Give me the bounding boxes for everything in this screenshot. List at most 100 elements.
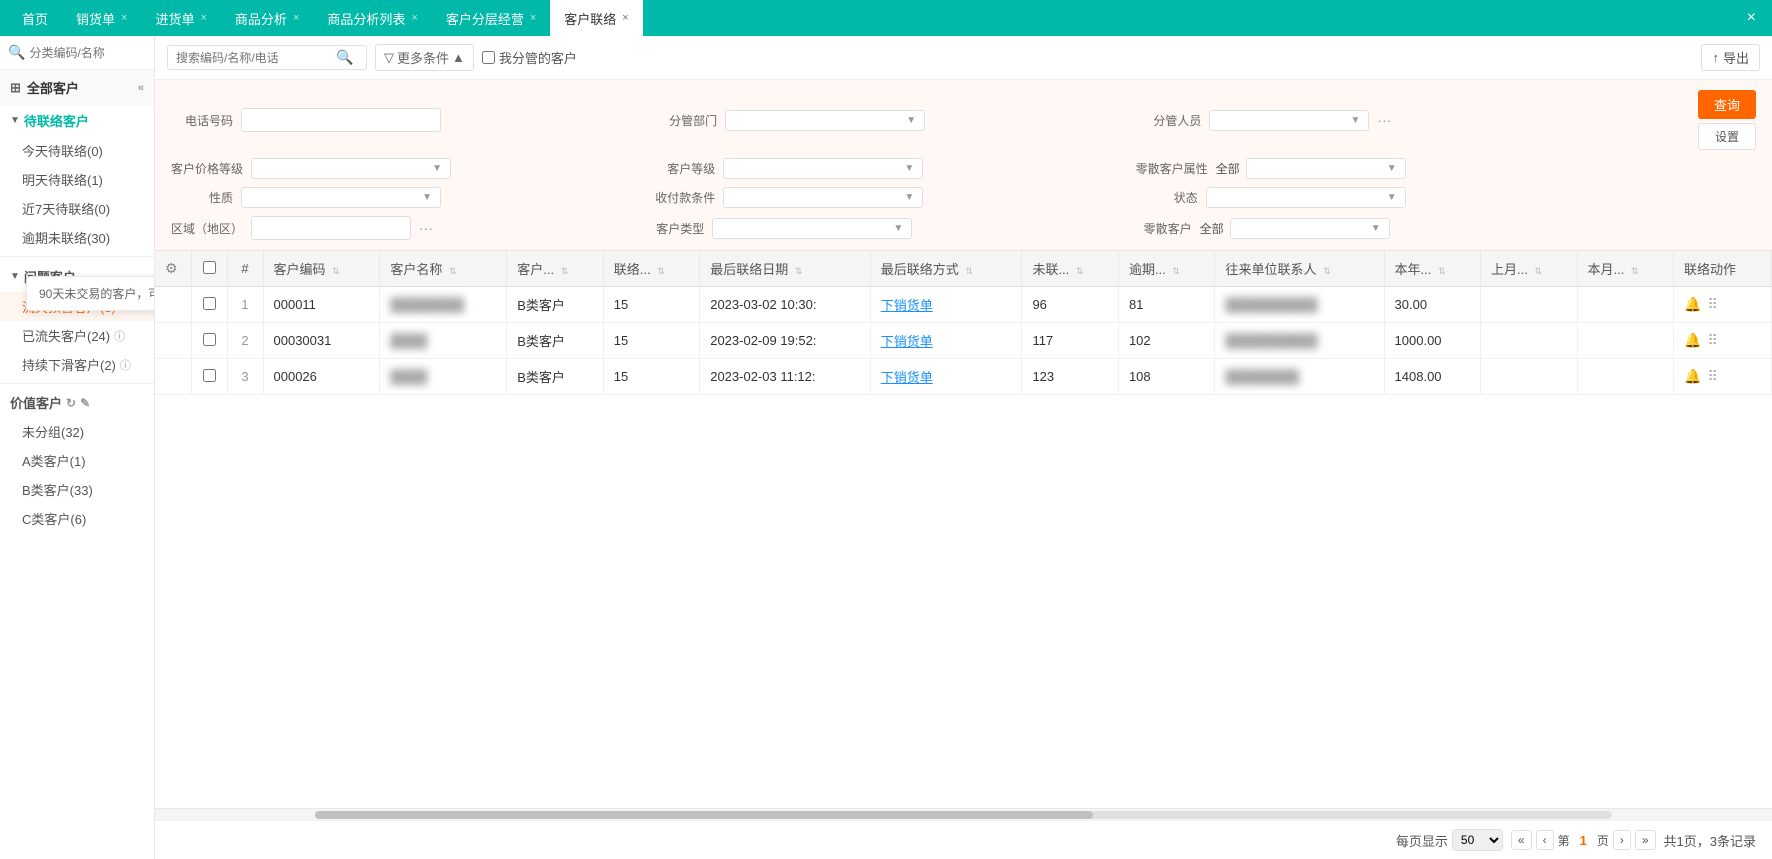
nav-tab-purchase[interactable]: 进货单 ×	[141, 0, 220, 36]
nav-tab-customer-segment[interactable]: 客户分层经营 ×	[432, 0, 550, 36]
col-overdue[interactable]: 逾期... ⇅	[1118, 251, 1215, 287]
row-checkbox-3[interactable]	[203, 369, 216, 382]
sidebar-item-today-pending[interactable]: 今天待联络(0)	[0, 136, 154, 165]
scrollbar-thumb[interactable]	[315, 811, 1093, 819]
row-checkbox-2[interactable]	[203, 333, 216, 346]
cell-checkbox-2[interactable]	[191, 323, 227, 359]
retail-attr-select[interactable]: ▼	[1246, 158, 1406, 179]
query-button[interactable]: 查询	[1698, 90, 1756, 119]
close-tab-sales-icon[interactable]: ×	[121, 12, 127, 24]
action-more-icon-1[interactable]: ⠿	[1707, 296, 1717, 313]
horizontal-scrollbar[interactable]	[155, 808, 1772, 820]
close-tab-purchase-icon[interactable]: ×	[200, 12, 206, 24]
close-tab-analysis-list-icon[interactable]: ×	[411, 12, 417, 24]
action-more-icon-3[interactable]: ⠿	[1707, 368, 1717, 385]
edit-icon[interactable]: ✎	[80, 396, 90, 410]
last-way-link-3[interactable]: 下销货单	[881, 370, 933, 385]
status-select[interactable]: ▼	[1206, 187, 1406, 208]
page-size-select[interactable]: 50 100 200	[1452, 829, 1503, 851]
customer-level-select[interactable]: ▼	[723, 158, 923, 179]
col-this-month[interactable]: 本月... ⇅	[1577, 251, 1674, 287]
dept-select[interactable]: ▼	[725, 110, 925, 131]
sidebar-item-unclassified[interactable]: 未分组(32)	[0, 417, 154, 446]
payment-select[interactable]: ▼	[723, 187, 923, 208]
nav-tab-sales[interactable]: 销货单 ×	[62, 0, 141, 36]
more-conditions-button[interactable]: ▽ 更多条件 ▲	[375, 44, 474, 71]
sidebar-all-customers[interactable]: ⊞ 全部客户 «	[0, 70, 154, 105]
close-tab-customer-contact-icon[interactable]: ×	[622, 12, 628, 24]
col-name[interactable]: 客户名称 ⇅	[380, 251, 507, 287]
close-tab-analysis-icon[interactable]: ×	[293, 12, 299, 24]
manager-dots-button[interactable]: ···	[1377, 112, 1391, 128]
action-more-icon-2[interactable]: ⠿	[1707, 332, 1717, 349]
prev-page-button[interactable]: ‹	[1536, 830, 1554, 850]
retail-customer-select[interactable]: ▼	[1230, 218, 1390, 239]
cell-this-month-1	[1577, 287, 1674, 323]
customer-type-select[interactable]: ▼	[712, 218, 912, 239]
table-settings-icon[interactable]: ⚙	[165, 260, 178, 276]
filter-search-input[interactable]	[176, 51, 336, 65]
last-way-link-2[interactable]: 下销货单	[881, 334, 933, 349]
settings-button[interactable]: 设置	[1698, 123, 1756, 150]
select-all-checkbox[interactable]	[203, 261, 216, 274]
col-this-year[interactable]: 本年... ⇅	[1384, 251, 1481, 287]
sidebar-item-declining[interactable]: 持续下滑客户(2) ⓘ	[0, 350, 154, 379]
col-code[interactable]: 客户编码 ⇅	[263, 251, 380, 287]
col-checkbox[interactable]	[191, 251, 227, 287]
cell-last-way-3[interactable]: 下销货单	[870, 359, 1022, 395]
sidebar-item-overdue-pending[interactable]: 逾期未联络(30)	[0, 223, 154, 252]
scrollbar-track[interactable]	[315, 811, 1612, 819]
nav-home[interactable]: 首页	[8, 0, 62, 36]
last-way-link-1[interactable]: 下销货单	[881, 298, 933, 313]
col-settings[interactable]: ⚙	[155, 251, 191, 287]
region-input[interactable]	[251, 216, 411, 240]
phone-input[interactable]	[241, 108, 441, 132]
price-level-select[interactable]: ▼	[251, 158, 451, 179]
cell-last-way-2[interactable]: 下销货单	[870, 323, 1022, 359]
next-page-button[interactable]: ›	[1613, 830, 1631, 850]
sidebar-search-input[interactable]	[29, 46, 155, 60]
close-all-tabs-button[interactable]: ×	[1739, 9, 1764, 27]
manager-select[interactable]: ▼	[1209, 110, 1369, 131]
sort-name-icon: ⇅	[449, 266, 457, 276]
col-not-contacted[interactable]: 未联... ⇅	[1022, 251, 1119, 287]
refresh-icon[interactable]: ↻	[66, 396, 76, 410]
col-last-month[interactable]: 上月... ⇅	[1481, 251, 1578, 287]
last-page-button[interactable]: »	[1635, 830, 1656, 850]
my-customers-checkbox-container[interactable]: 我分管的客户	[482, 48, 577, 67]
col-last-contact-way[interactable]: 最后联络方式 ⇅	[870, 251, 1022, 287]
my-customers-checkbox[interactable]	[482, 51, 495, 64]
col-last-contact-date[interactable]: 最后联络日期 ⇅	[700, 251, 871, 287]
cell-last-date-1: 2023-03-02 10:30:	[700, 287, 871, 323]
col-level[interactable]: 客户... ⇅	[507, 251, 604, 287]
sidebar-item-class-a[interactable]: A类客户(1)	[0, 446, 154, 475]
collapse-sidebar-icon[interactable]: «	[138, 82, 144, 94]
sidebar-item-class-c[interactable]: C类客户(6)	[0, 504, 154, 533]
sidebar-item-class-b[interactable]: B类客户(33)	[0, 475, 154, 504]
sort-level-icon: ⇅	[561, 266, 569, 276]
action-chat-icon-3[interactable]: 🔔	[1684, 368, 1701, 385]
cell-checkbox-1[interactable]	[191, 287, 227, 323]
region-dots-button[interactable]: ···	[419, 220, 433, 236]
filter-search-button[interactable]: 🔍	[336, 49, 353, 66]
sidebar-group-pending-title[interactable]: ▼ 待联络客户	[0, 105, 154, 136]
sidebar-item-7days-pending[interactable]: 近7天待联络(0)	[0, 194, 154, 223]
col-contact[interactable]: 联络... ⇅	[603, 251, 700, 287]
nav-tab-analysis-list[interactable]: 商品分析列表 ×	[313, 0, 431, 36]
nature-select[interactable]: ▼	[241, 187, 441, 208]
sidebar-group-value-title[interactable]: 价值客户 ↻ ✎	[0, 388, 154, 417]
cell-checkbox-3[interactable]	[191, 359, 227, 395]
cell-last-way-1[interactable]: 下销货单	[870, 287, 1022, 323]
action-chat-icon-2[interactable]: 🔔	[1684, 332, 1701, 349]
export-button[interactable]: ↑ 导出	[1701, 44, 1760, 71]
close-tab-customer-segment-icon[interactable]: ×	[530, 12, 536, 24]
action-icons-2: 🔔 ⠿	[1684, 332, 1761, 349]
action-chat-icon-1[interactable]: 🔔	[1684, 296, 1701, 313]
col-unit-contact[interactable]: 往来单位联系人 ⇅	[1215, 251, 1384, 287]
row-checkbox-1[interactable]	[203, 297, 216, 310]
sidebar-item-churned[interactable]: 已流失客户(24) ⓘ	[0, 321, 154, 350]
first-page-button[interactable]: «	[1511, 830, 1532, 850]
nav-tab-analysis[interactable]: 商品分析 ×	[221, 0, 313, 36]
sidebar-item-tomorrow-pending[interactable]: 明天待联络(1)	[0, 165, 154, 194]
nav-tab-customer-contact[interactable]: 客户联络 ×	[550, 0, 642, 36]
